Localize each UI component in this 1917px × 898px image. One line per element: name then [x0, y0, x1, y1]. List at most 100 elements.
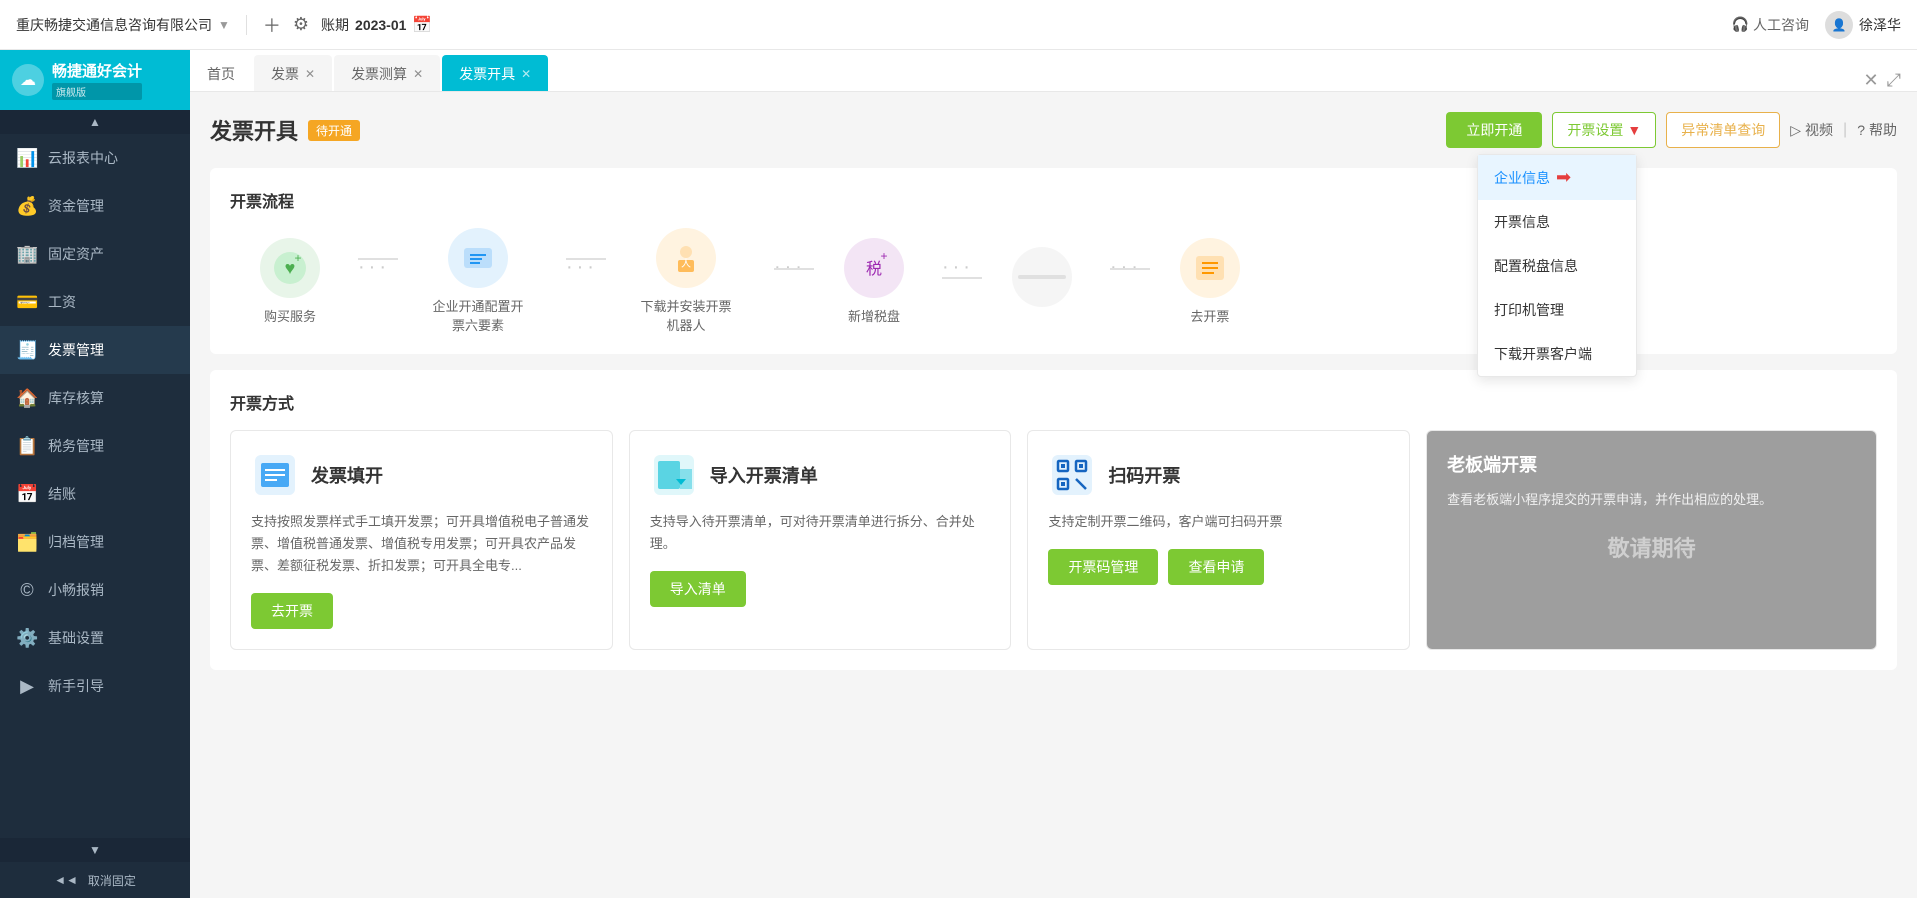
sidebar-item-guide[interactable]: ▶ 新手引导 [0, 662, 190, 710]
tab-bar: 首页 发票 ✕ 发票测算 ✕ 发票开具 ✕ ✕ ⤢ [190, 50, 1917, 92]
flow-step-6: 去开票 [1150, 238, 1270, 325]
page-title-area: 发票开具 待开通 [210, 114, 360, 146]
sidebar-item-archive[interactable]: 🗂️ 归档管理 [0, 518, 190, 566]
activate-button[interactable]: 立即开通 [1446, 112, 1542, 148]
method-card-import-desc: 支持导入待开票清单，可对待开票清单进行拆分、合并处理。 [650, 511, 991, 555]
svg-text:人: 人 [681, 258, 691, 270]
method-card-scan: 扫码开票 支持定制开票二维码，客户端可扫码开票 开票码管理 查看申请 [1027, 430, 1410, 650]
import-list-button[interactable]: 导入清单 [650, 571, 746, 607]
flow-step-2: 企业开通配置开票六要素 [398, 228, 558, 334]
method-card-scan-title: 扫码开票 [1108, 462, 1180, 488]
dropdown-item-invoice-info[interactable]: 开票信息 [1478, 200, 1636, 244]
sidebar-scroll-up[interactable]: ▲ [0, 110, 190, 134]
sidebar-item-account[interactable]: 📅 结账 [0, 470, 190, 518]
dropdown-arrow: ➡ [1556, 167, 1571, 188]
flow-step-2-icon [448, 228, 508, 288]
manual-invoice-button[interactable]: 去开票 [251, 593, 333, 629]
divider [246, 15, 247, 35]
abnormal-list-button[interactable]: 异常清单查询 [1666, 112, 1780, 148]
method-card-boss-desc: 查看老板端小程序提交的开票申请，并作出相应的处理。 [1447, 489, 1856, 511]
method-card-boss-header: 老板端开票 [1447, 451, 1856, 477]
sidebar-item-cancel-fixed[interactable]: ◄◄ 取消固定 [0, 862, 190, 898]
flow-step-3-icon: 人 [656, 228, 716, 288]
sidebar-item-inventory[interactable]: 🏠 库存核算 [0, 374, 190, 422]
play-icon: ▷ [1790, 122, 1801, 139]
consulting-button[interactable]: 🎧 人工咨询 [1732, 15, 1809, 35]
settings-sidebar-icon: ⚙️ [16, 628, 38, 649]
video-button[interactable]: ▷ 视频 [1790, 120, 1833, 140]
window-expand-btn[interactable]: ⤢ [1887, 70, 1901, 91]
calendar-icon[interactable]: 📅 [412, 15, 432, 35]
settings-dropdown-menu: 企业信息 ➡ 开票信息 配置税盘信息 打印机管理 [1477, 154, 1637, 377]
account-icon: 📅 [16, 484, 38, 505]
company-dropdown-icon: ▼ [218, 18, 230, 32]
page-header: 发票开具 待开通 立即开通 开票设置 ▼ 异常清单查询 ▷ 视频 [210, 112, 1897, 148]
sidebar: ☁ 畅捷通好会计 旗舰版 ▲ 📊 云报表中心 💰 资金管理 🏢 固定资产 💳 [0, 50, 190, 898]
flow-step-6-label: 去开票 [1190, 306, 1229, 325]
dropdown-item-printer[interactable]: 打印机管理 [1478, 288, 1636, 332]
method-cards: 发票填开 支持按照发票样式手工填开发票；可开具增值税电子普通发票、增值税普通发票… [230, 430, 1877, 650]
pin-icon: ◄◄ [54, 873, 78, 887]
headset-icon: 🎧 [1732, 16, 1749, 33]
invoice-icon: 🧾 [16, 340, 38, 361]
sidebar-item-salary[interactable]: 💳 工资 [0, 278, 190, 326]
tab-invoice-test-close[interactable]: ✕ [413, 67, 423, 81]
method-card-manual: 发票填开 支持按照发票样式手工填开发票；可开具增值税电子普通发票、增值税普通发票… [230, 430, 613, 650]
method-card-import-header: 导入开票清单 [650, 451, 991, 499]
sidebar-item-tax[interactable]: 📋 税务管理 [0, 422, 190, 470]
tab-invoice[interactable]: 发票 ✕ [254, 55, 332, 91]
method-card-import: 导入开票清单 支持导入待开票清单，可对待开票清单进行拆分、合并处理。 导入清单 [629, 430, 1012, 650]
method-card-boss: 老板端开票 查看老板端小程序提交的开票申请，并作出相应的处理。 敬请期待 [1426, 430, 1877, 650]
qr-manage-button[interactable]: 开票码管理 [1048, 549, 1158, 585]
cloud-report-icon: 📊 [16, 148, 38, 169]
view-apply-button[interactable]: 查看申请 [1168, 549, 1264, 585]
tab-home[interactable]: 首页 [190, 55, 252, 91]
flow-step-1-label: 购买服务 [264, 306, 316, 325]
methods-section: 开票方式 发票填开 支持按照发票样式手工填开发票；可开具增值税电 [210, 370, 1897, 670]
dropdown-item-company-info[interactable]: 企业信息 ➡ [1478, 155, 1636, 200]
tab-right: ✕ ⤢ [1864, 70, 1917, 91]
avatar: 👤 [1825, 11, 1853, 39]
salary-icon: 💳 [16, 292, 38, 313]
method-card-import-title: 导入开票清单 [710, 462, 818, 488]
sidebar-item-fund[interactable]: 💰 资金管理 [0, 182, 190, 230]
page-title: 发票开具 [210, 114, 298, 146]
window-close-btn[interactable]: ✕ [1864, 70, 1879, 91]
flow-step-4-label: 新增税盘 [848, 306, 900, 325]
tab-invoice-open-close[interactable]: ✕ [521, 67, 531, 81]
logo-area: ☁ 畅捷通好会计 旗舰版 [0, 50, 190, 110]
flow-step-4-icon: 税+ [844, 238, 904, 298]
coming-soon-text: 敬请期待 [1447, 531, 1856, 563]
add-company-icon[interactable]: ＋ [263, 12, 281, 38]
dropdown-item-download-client[interactable]: 下载开票客户端 [1478, 332, 1636, 376]
sidebar-item-cloud-report[interactable]: 📊 云报表中心 [0, 134, 190, 182]
flow-dots-4: ··· [942, 256, 974, 279]
user-info[interactable]: 👤 徐泽华 [1825, 11, 1901, 39]
flow-step-4: 税+ 新增税盘 [814, 238, 934, 325]
company-name[interactable]: 重庆畅捷交通信息咨询有限公司 ▼ [16, 15, 230, 35]
flow-step-2-label: 企业开通配置开票六要素 [428, 296, 528, 334]
tab-invoice-close[interactable]: ✕ [305, 67, 315, 81]
method-card-import-icon [650, 451, 698, 499]
guide-icon: ▶ [16, 676, 38, 697]
sidebar-item-invoice[interactable]: 🧾 发票管理 [0, 326, 190, 374]
settings-dropdown-button[interactable]: 开票设置 ▼ [1552, 112, 1656, 148]
svg-text:+: + [880, 250, 887, 263]
settings-icon[interactable]: ⚙ [293, 14, 309, 35]
sidebar-scroll-down[interactable]: ▼ [0, 838, 190, 862]
flow-step-5 [982, 247, 1102, 315]
logo-text: 畅捷通好会计 [52, 60, 142, 81]
method-card-scan-desc: 支持定制开票二维码，客户端可扫码开票 [1048, 511, 1389, 533]
help-button[interactable]: ? 帮助 [1857, 120, 1897, 140]
logo-icon: ☁ [12, 64, 44, 96]
tab-invoice-test[interactable]: 发票测算 ✕ [334, 55, 440, 91]
sidebar-item-settings[interactable]: ⚙️ 基础设置 [0, 614, 190, 662]
dropdown-item-tax-config[interactable]: 配置税盘信息 [1478, 244, 1636, 288]
flow-step-1: ♥+ 购买服务 [230, 238, 350, 325]
top-right: 🎧 人工咨询 👤 徐泽华 [1732, 11, 1901, 39]
inventory-icon: 🏠 [16, 388, 38, 409]
sidebar-item-asset[interactable]: 🏢 固定资产 [0, 230, 190, 278]
tab-invoice-open[interactable]: 发票开具 ✕ [442, 55, 548, 91]
sidebar-item-report[interactable]: © 小畅报销 [0, 566, 190, 614]
chevron-down-icon: ▼ [1627, 122, 1641, 138]
